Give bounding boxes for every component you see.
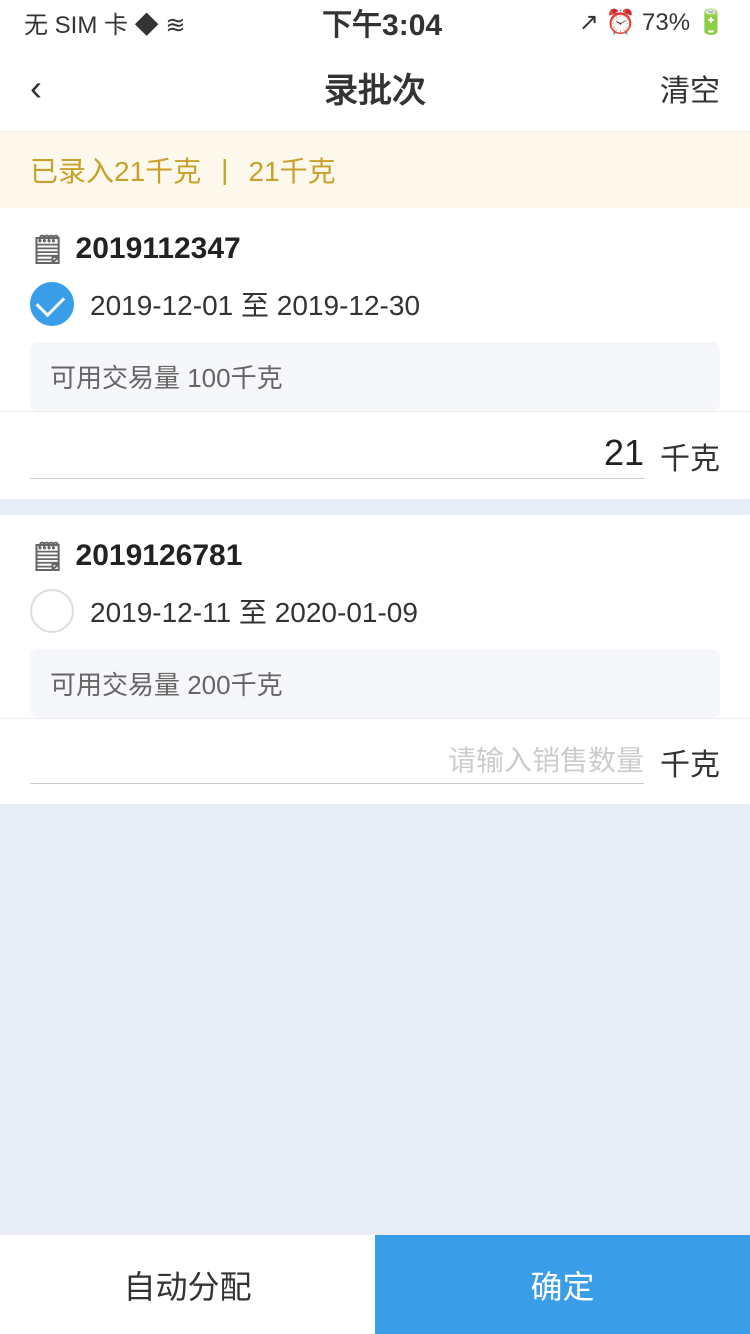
status-right: ↗ ⏰ 73% 🔋 bbox=[579, 8, 726, 37]
batch-2-date: 2019-12-11 至 2020-01-09 bbox=[90, 591, 418, 631]
section-divider bbox=[0, 499, 750, 515]
batch-2-unit: 千克 bbox=[660, 740, 720, 784]
back-button[interactable]: ‹ bbox=[30, 67, 90, 109]
batch-item-2: 🗒 2019126781 2019-12-11 至 2020-01-09 可用交… bbox=[0, 515, 750, 718]
batch-2-icon: 🗒 bbox=[30, 540, 66, 573]
clear-button[interactable]: 清空 bbox=[660, 66, 720, 110]
batch-2-number: 2019126781 bbox=[76, 539, 243, 573]
batch-2-qty-wrapper[interactable]: 请输入销售数量 bbox=[30, 739, 644, 784]
batch-item-1: 🗒 2019112347 2019-12-01 至 2019-12-30 可用交… bbox=[0, 208, 750, 411]
batch-2-qty-row: 请输入销售数量 千克 bbox=[0, 718, 750, 804]
batch-2-available-qty: 可用交易量 200千克 bbox=[30, 649, 720, 718]
page-title: 录批次 bbox=[324, 63, 426, 112]
status-bar: 无 SIM 卡 ◆ ≋ 下午3:04 ↗ ⏰ 73% 🔋 bbox=[0, 0, 750, 44]
batch-1-unit: 千克 bbox=[660, 434, 720, 478]
batch-1-number: 2019112347 bbox=[76, 232, 241, 266]
batch-1-checkbox[interactable] bbox=[30, 282, 74, 326]
status-time: 下午3:04 bbox=[322, 0, 442, 44]
nav-bar: ‹ 录批次 清空 bbox=[0, 44, 750, 132]
battery-icon: 🔋 bbox=[696, 8, 726, 37]
info-divider: | bbox=[221, 154, 228, 186]
status-left: 无 SIM 卡 ◆ ≋ bbox=[24, 5, 185, 40]
sim-label: 无 SIM 卡 ◆ ≋ bbox=[24, 5, 185, 40]
batch-1-date-row: 2019-12-01 至 2019-12-30 bbox=[30, 282, 720, 326]
batch-1-date: 2019-12-01 至 2019-12-30 bbox=[90, 284, 420, 324]
batch-2-checkbox[interactable] bbox=[30, 589, 74, 633]
empty-area bbox=[0, 804, 750, 1244]
batch-1-qty-value: 21 bbox=[584, 432, 644, 474]
batch-2-header: 🗒 2019126781 bbox=[30, 539, 720, 573]
info-banner: 已录入21千克 | 21千克 bbox=[0, 132, 750, 208]
batch-2-date-row: 2019-12-11 至 2020-01-09 bbox=[30, 589, 720, 633]
batch-1-qty-wrapper[interactable]: 21 bbox=[30, 432, 644, 479]
confirm-button[interactable]: 确定 bbox=[375, 1235, 750, 1334]
auto-distribute-button[interactable]: 自动分配 bbox=[0, 1235, 375, 1334]
bottom-bar: 自动分配 确定 bbox=[0, 1234, 750, 1334]
batch-1-available-qty: 可用交易量 100千克 bbox=[30, 342, 720, 411]
batch-2-qty-placeholder: 请输入销售数量 bbox=[448, 739, 644, 779]
batch-1-qty-row: 21 千克 bbox=[0, 411, 750, 499]
batch-1-icon: 🗒 bbox=[30, 233, 66, 266]
info-amount: 21千克 bbox=[248, 150, 335, 190]
recorded-label: 已录入21千克 bbox=[30, 150, 201, 190]
batch-1-header: 🗒 2019112347 bbox=[30, 232, 720, 266]
battery-label: ↗ ⏰ 73% bbox=[579, 8, 690, 37]
